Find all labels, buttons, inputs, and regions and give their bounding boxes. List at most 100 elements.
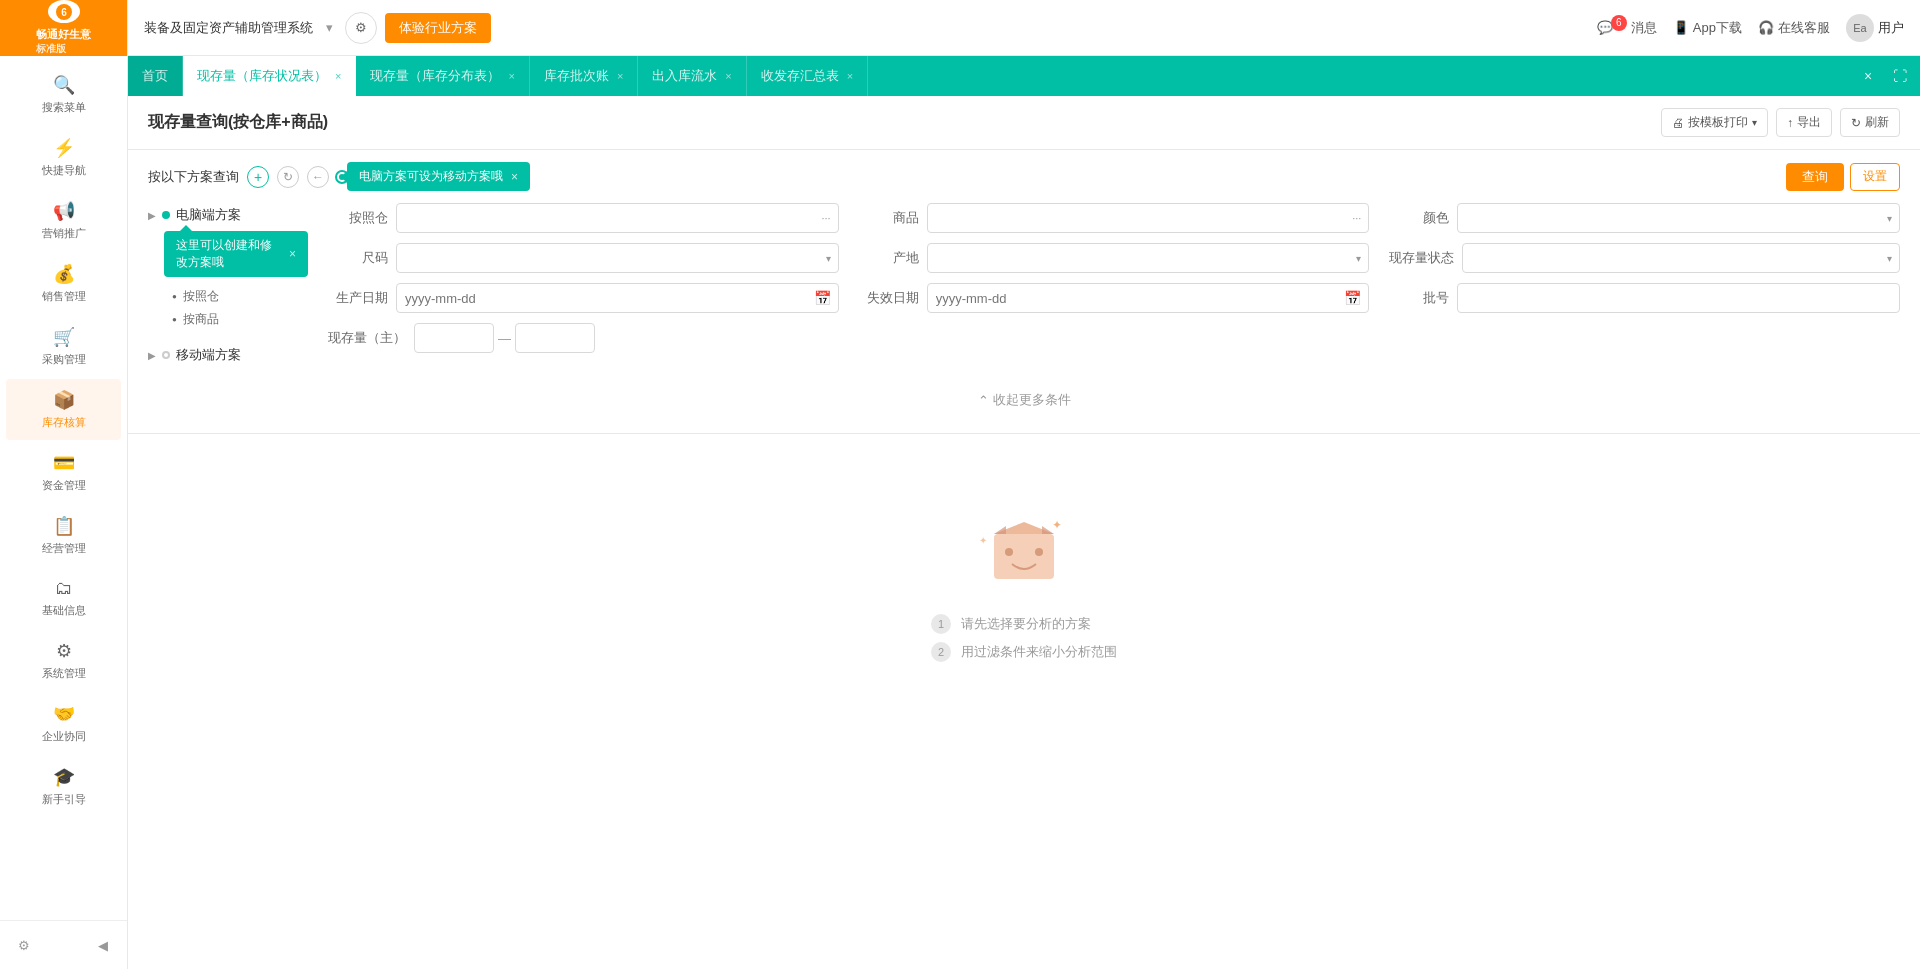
- megaphone-icon: 📢: [53, 200, 75, 222]
- sidebar-item-ops-mgmt[interactable]: 📋 经营管理: [6, 505, 121, 566]
- tab-inout-flow-label: 出入库流水: [652, 67, 717, 85]
- tab-close-btn[interactable]: ×: [725, 70, 731, 82]
- goods-input[interactable]: [927, 203, 1370, 233]
- size-select[interactable]: [396, 243, 839, 273]
- message-btn[interactable]: 💬 6 消息: [1597, 19, 1657, 37]
- empty-state: ✦ ✦ 1 请先选择要分析的方案 2 用过滤条件来缩小分析范围: [128, 434, 1920, 722]
- sidebar-item-label: 基础信息: [42, 603, 86, 618]
- tab-expand-btn[interactable]: ⛶: [1888, 64, 1912, 88]
- header-settings-btn[interactable]: ⚙: [345, 12, 377, 44]
- expire-date-wrap: 📅: [927, 283, 1370, 313]
- stock-main-label: 现存量（主）: [328, 329, 406, 347]
- goods-label: 商品: [859, 209, 919, 227]
- calendar-icon[interactable]: 📅: [814, 290, 831, 306]
- stock-status-select-wrap[interactable]: [1462, 243, 1900, 273]
- tab-batch-account[interactable]: 库存批次账 ×: [530, 56, 638, 96]
- sidebar-item-finance-mgmt[interactable]: 💳 资金管理: [6, 442, 121, 503]
- batch-input[interactable]: [1457, 283, 1900, 313]
- warehouse-input[interactable]: [396, 203, 839, 233]
- tab-inventory-status[interactable]: 现存量（库存状况表） ×: [183, 56, 356, 96]
- filter-action-buttons: 查询 设置: [1786, 163, 1900, 191]
- sidebar-item-newbie-guide[interactable]: 🎓 新手引导: [6, 756, 121, 817]
- calendar-icon2[interactable]: 📅: [1344, 290, 1361, 306]
- svg-point-4: [1035, 548, 1043, 556]
- stock-main-to-input[interactable]: [515, 323, 595, 353]
- expire-date-input[interactable]: [927, 283, 1370, 313]
- empty-step-1: 1 请先选择要分析的方案: [931, 614, 1117, 634]
- filter-refresh-btn[interactable]: ↻: [277, 166, 299, 188]
- system-dropdown-btn[interactable]: ▾: [321, 20, 337, 36]
- filter-back-btn[interactable]: ←: [307, 166, 329, 188]
- sidebar-item-search-menu[interactable]: 🔍 搜索菜单: [6, 64, 121, 125]
- warehouse-more-icon: ···: [821, 212, 830, 224]
- sidebar-item-label: 经营管理: [42, 541, 86, 556]
- tab-home[interactable]: 首页: [128, 56, 183, 96]
- tooltip1-close-btn[interactable]: ×: [511, 170, 518, 184]
- tab-close-btn[interactable]: ×: [335, 70, 341, 82]
- color-select[interactable]: [1457, 203, 1900, 233]
- avatar: Ea: [1846, 14, 1874, 42]
- stock-status-select[interactable]: [1462, 243, 1900, 273]
- sidebar-item-system-mgmt[interactable]: ⚙ 系统管理: [6, 630, 121, 691]
- sidebar-item-sales-promo[interactable]: 📢 营销推广: [6, 190, 121, 251]
- sidebar-item-enterprise-coop[interactable]: 🤝 企业协同: [6, 693, 121, 754]
- sidebar-item-base-info[interactable]: 🗂 基础信息: [6, 568, 121, 628]
- sidebar-item-quick-nav[interactable]: ⚡ 快捷导航: [6, 127, 121, 188]
- settings-btn[interactable]: 设置: [1850, 163, 1900, 191]
- scheme-pc-sub-item[interactable]: ● 按照仓: [172, 285, 308, 308]
- empty-step1-text: 请先选择要分析的方案: [961, 615, 1091, 633]
- industry-solution-btn[interactable]: 体验行业方案: [385, 13, 491, 43]
- tab-close-btn[interactable]: ×: [508, 70, 514, 82]
- more-conditions-btn[interactable]: ⌃ 收起更多条件: [148, 379, 1900, 421]
- sidebar-item-sales-mgmt[interactable]: 💰 销售管理: [6, 253, 121, 314]
- filter-row-produce-date: 生产日期 📅: [328, 283, 839, 313]
- produce-date-input[interactable]: [396, 283, 839, 313]
- scheme-dot: [162, 211, 170, 219]
- tab-close-all-btn[interactable]: ×: [1856, 64, 1880, 88]
- sidebar-item-label: 企业协同: [42, 729, 86, 744]
- sidebar-item-purchase-mgmt[interactable]: 🛒 采购管理: [6, 316, 121, 377]
- range-separator: —: [498, 331, 511, 346]
- origin-select-wrap[interactable]: [927, 243, 1370, 273]
- refresh-btn[interactable]: ↻ 刷新: [1840, 108, 1900, 137]
- query-btn[interactable]: 查询: [1786, 163, 1844, 191]
- color-select-wrap[interactable]: [1457, 203, 1900, 233]
- export-icon: ↑: [1787, 116, 1793, 130]
- user-profile-btn[interactable]: Ea 用户: [1846, 14, 1904, 42]
- tab-inventory-dist[interactable]: 现存量（库存分布表） ×: [356, 56, 529, 96]
- export-btn[interactable]: ↑ 导出: [1776, 108, 1832, 137]
- logo-text: 畅通好生意 标准版: [36, 27, 91, 56]
- sidebar-settings-btn[interactable]: ⚙: [8, 929, 40, 961]
- template-print-btn[interactable]: 🖨 按模板打印 ▾: [1661, 108, 1768, 137]
- filter-row-warehouse: 按照仓 ···: [328, 203, 839, 233]
- svg-text:✦: ✦: [1052, 518, 1062, 532]
- tab-receive-summary-label: 收发存汇总表: [761, 67, 839, 85]
- scheme-pc-sub-item2[interactable]: ● 按商品: [172, 308, 308, 331]
- scheme-pc-item[interactable]: ▶ 电脑端方案: [148, 203, 308, 227]
- size-select-wrap[interactable]: [396, 243, 839, 273]
- filter-add-scheme-btn[interactable]: +: [247, 166, 269, 188]
- origin-select[interactable]: [927, 243, 1370, 273]
- tooltip2-close-btn[interactable]: ×: [289, 247, 296, 261]
- tab-close-btn[interactable]: ×: [847, 70, 853, 82]
- scheme-mobile-label: 移动端方案: [176, 346, 241, 364]
- page-container: 现存量查询(按仓库+商品) 🖨 按模板打印 ▾ ↑ 导出 ↻ 刷新: [128, 96, 1920, 969]
- expire-date-label: 失效日期: [859, 289, 919, 307]
- tab-inout-flow[interactable]: 出入库流水 ×: [638, 56, 746, 96]
- sidebar-collapse-btn[interactable]: ◀: [87, 929, 119, 961]
- filter-label: 按以下方案查询: [148, 168, 239, 186]
- stock-main-from-input[interactable]: [414, 323, 494, 353]
- main-content: 装备及固定资产辅助管理系统 ▾ ⚙ 体验行业方案 💬 6 消息 📱 App下载 …: [128, 0, 1920, 969]
- scheme-mobile-item[interactable]: ▶ 移动端方案: [148, 343, 308, 367]
- chevron-right-icon2: ▶: [148, 350, 156, 361]
- tab-close-btn[interactable]: ×: [617, 70, 623, 82]
- sidebar-item-label: 采购管理: [42, 352, 86, 367]
- app-download-btn[interactable]: 📱 App下载: [1673, 19, 1742, 37]
- goods-field-wrap: ···: [927, 203, 1370, 233]
- online-service-btn[interactable]: 🎧 在线客服: [1758, 19, 1830, 37]
- tab-receive-summary[interactable]: 收发存汇总表 ×: [747, 56, 868, 96]
- sidebar-item-label: 销售管理: [42, 289, 86, 304]
- sidebar-item-inventory-calc[interactable]: 📦 库存核算: [6, 379, 121, 440]
- filter-row-batch: 批号: [1389, 283, 1900, 313]
- filter-tooltip2: 这里可以创建和修改方案哦 ×: [164, 231, 308, 277]
